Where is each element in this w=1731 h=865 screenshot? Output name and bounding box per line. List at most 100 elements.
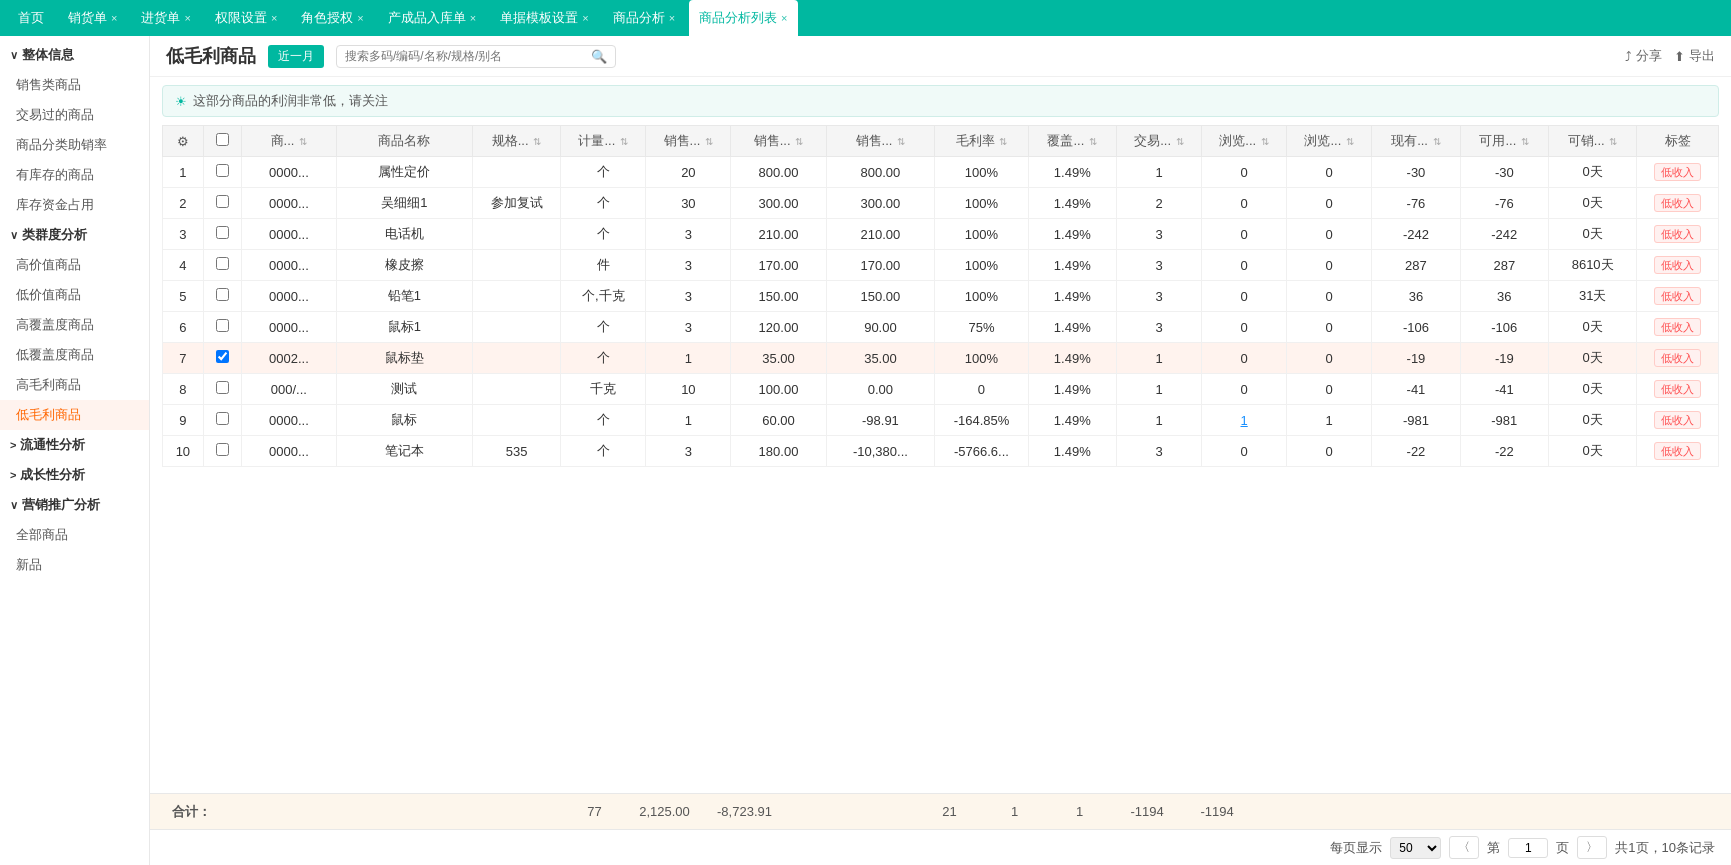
cell-checkbox[interactable] <box>203 281 241 312</box>
table-container[interactable]: ⚙商... ⇅商品名称规格... ⇅计量... ⇅销售... ⇅销售... ⇅销… <box>150 125 1731 793</box>
cell-checkbox[interactable] <box>203 343 241 374</box>
nav-close-icon[interactable]: × <box>184 12 190 24</box>
export-button[interactable]: ⬆ 导出 <box>1674 47 1715 65</box>
col-header-browse1[interactable]: 浏览... ⇅ <box>1202 126 1287 157</box>
row-checkbox[interactable] <box>216 350 229 363</box>
cell-checkbox[interactable] <box>203 219 241 250</box>
sidebar-item-库存资金占用[interactable]: 库存资金占用 <box>0 190 149 220</box>
sidebar-item-商品分类助销率[interactable]: 商品分类助销率 <box>0 130 149 160</box>
sidebar-item-交易过的商品[interactable]: 交易过的商品 <box>0 100 149 130</box>
sidebar-item-高价值商品[interactable]: 高价值商品 <box>0 250 149 280</box>
nav-item-首页[interactable]: 首页 <box>8 0 54 36</box>
nav-close-icon[interactable]: × <box>111 12 117 24</box>
page-input[interactable] <box>1508 838 1548 858</box>
nav-close-icon[interactable]: × <box>781 12 787 24</box>
nav-close-icon[interactable]: × <box>582 12 588 24</box>
row-checkbox[interactable] <box>216 257 229 270</box>
data-table: ⚙商... ⇅商品名称规格... ⇅计量... ⇅销售... ⇅销售... ⇅销… <box>162 125 1719 467</box>
cell-sales_qty: 1 <box>646 405 731 436</box>
sidebar-group-流通性分析[interactable]: >流通性分析 <box>0 430 149 460</box>
sidebar-item-低价值商品[interactable]: 低价值商品 <box>0 280 149 310</box>
cell-code: 0000... <box>241 157 336 188</box>
nav-item-单据模板设置[interactable]: 单据模板设置× <box>490 0 598 36</box>
cell-sales_price: 800.00 <box>731 157 826 188</box>
nav-item-商品分析列表[interactable]: 商品分析列表× <box>689 0 797 36</box>
col-header-available[interactable]: 可用... ⇅ <box>1460 126 1548 157</box>
cell-code: 0000... <box>241 250 336 281</box>
prev-page-button[interactable]: 〈 <box>1449 836 1479 859</box>
nav-close-icon[interactable]: × <box>669 12 675 24</box>
col-header-unit[interactable]: 计量... ⇅ <box>561 126 646 157</box>
nav-close-icon[interactable]: × <box>470 12 476 24</box>
cell-code: 0000... <box>241 405 336 436</box>
cell-sellable: 31天 <box>1548 281 1636 312</box>
sidebar-item-销售类商品[interactable]: 销售类商品 <box>0 70 149 100</box>
sidebar-group-整体信息[interactable]: ∨整体信息 <box>0 40 149 70</box>
cell-checkbox[interactable] <box>203 374 241 405</box>
col-header-sellable[interactable]: 可销... ⇅ <box>1548 126 1636 157</box>
cell-sellable: 0天 <box>1548 188 1636 219</box>
per-page-select[interactable]: 50 100 <box>1390 837 1441 859</box>
next-page-button[interactable]: 〉 <box>1577 836 1607 859</box>
row-checkbox[interactable] <box>216 412 229 425</box>
col-header-current_stock[interactable]: 现有... ⇅ <box>1372 126 1460 157</box>
sidebar-item-低覆盖度商品[interactable]: 低覆盖度商品 <box>0 340 149 370</box>
row-checkbox[interactable] <box>216 319 229 332</box>
sidebar-group-营销推广分析[interactable]: ∨营销推广分析 <box>0 490 149 520</box>
row-checkbox[interactable] <box>216 164 229 177</box>
nav-item-销货单[interactable]: 销货单× <box>58 0 127 36</box>
col-header-spec[interactable]: 规格... ⇅ <box>472 126 560 157</box>
cell-transaction: 3 <box>1116 312 1201 343</box>
sidebar-item-低毛利商品[interactable]: 低毛利商品 <box>0 400 149 430</box>
col-header-tag[interactable]: 标签 <box>1637 126 1719 157</box>
sidebar-item-全部商品[interactable]: 全部商品 <box>0 520 149 550</box>
row-checkbox[interactable] <box>216 288 229 301</box>
table-row: 40000...橡皮擦件3170.00170.00100%1.49%300287… <box>163 250 1719 281</box>
cell-checkbox[interactable] <box>203 250 241 281</box>
nav-item-进货单[interactable]: 进货单× <box>131 0 200 36</box>
cell-unit: 千克 <box>561 374 646 405</box>
col-header-name[interactable]: 商品名称 <box>336 126 472 157</box>
row-checkbox[interactable] <box>216 195 229 208</box>
sidebar-group-类群度分析[interactable]: ∨类群度分析 <box>0 220 149 250</box>
select-all-checkbox[interactable] <box>216 133 229 146</box>
col-header-sales_price[interactable]: 销售... ⇅ <box>731 126 826 157</box>
row-checkbox[interactable] <box>216 226 229 239</box>
sidebar-group-成长性分析[interactable]: >成长性分析 <box>0 460 149 490</box>
col-header-browse2[interactable]: 浏览... ⇅ <box>1287 126 1372 157</box>
search-icon[interactable]: 🔍 <box>591 49 607 64</box>
cell-spec <box>472 374 560 405</box>
cell-checkbox[interactable] <box>203 436 241 467</box>
cell-code: 000/... <box>241 374 336 405</box>
col-header-gross_rate[interactable]: 毛利率 ⇅ <box>935 126 1028 157</box>
nav-close-icon[interactable]: × <box>271 12 277 24</box>
cell-browse1[interactable]: 1 <box>1202 405 1287 436</box>
cell-checkbox[interactable] <box>203 405 241 436</box>
cell-available: 287 <box>1460 250 1548 281</box>
sidebar-item-高覆盖度商品[interactable]: 高覆盖度商品 <box>0 310 149 340</box>
cell-checkbox[interactable] <box>203 157 241 188</box>
nav-item-角色授权[interactable]: 角色授权× <box>291 0 373 36</box>
col-header-settings[interactable]: ⚙ <box>163 126 204 157</box>
col-header-sales_qty[interactable]: 销售... ⇅ <box>646 126 731 157</box>
sidebar-item-有库存的商品[interactable]: 有库存的商品 <box>0 160 149 190</box>
nav-item-产成品入库单[interactable]: 产成品入库单× <box>378 0 486 36</box>
col-header-transaction[interactable]: 交易... ⇅ <box>1116 126 1201 157</box>
col-header-sales_amount[interactable]: 销售... ⇅ <box>826 126 935 157</box>
cell-checkbox[interactable] <box>203 312 241 343</box>
cell-checkbox[interactable] <box>203 188 241 219</box>
row-checkbox[interactable] <box>216 381 229 394</box>
sidebar-item-高毛利商品[interactable]: 高毛利商品 <box>0 370 149 400</box>
share-button[interactable]: ⤴ 分享 <box>1625 47 1662 65</box>
row-checkbox[interactable] <box>216 443 229 456</box>
col-header-code[interactable]: 商... ⇅ <box>241 126 336 157</box>
search-input[interactable] <box>345 49 591 63</box>
col-header-coverage[interactable]: 覆盖... ⇅ <box>1028 126 1116 157</box>
browse-link[interactable]: 1 <box>1241 413 1248 428</box>
period-button[interactable]: 近一月 <box>268 45 324 68</box>
nav-close-icon[interactable]: × <box>357 12 363 24</box>
nav-item-商品分析[interactable]: 商品分析× <box>603 0 685 36</box>
nav-item-权限设置[interactable]: 权限设置× <box>205 0 287 36</box>
col-header-checkbox[interactable] <box>203 126 241 157</box>
sidebar-item-新品[interactable]: 新品 <box>0 550 149 580</box>
